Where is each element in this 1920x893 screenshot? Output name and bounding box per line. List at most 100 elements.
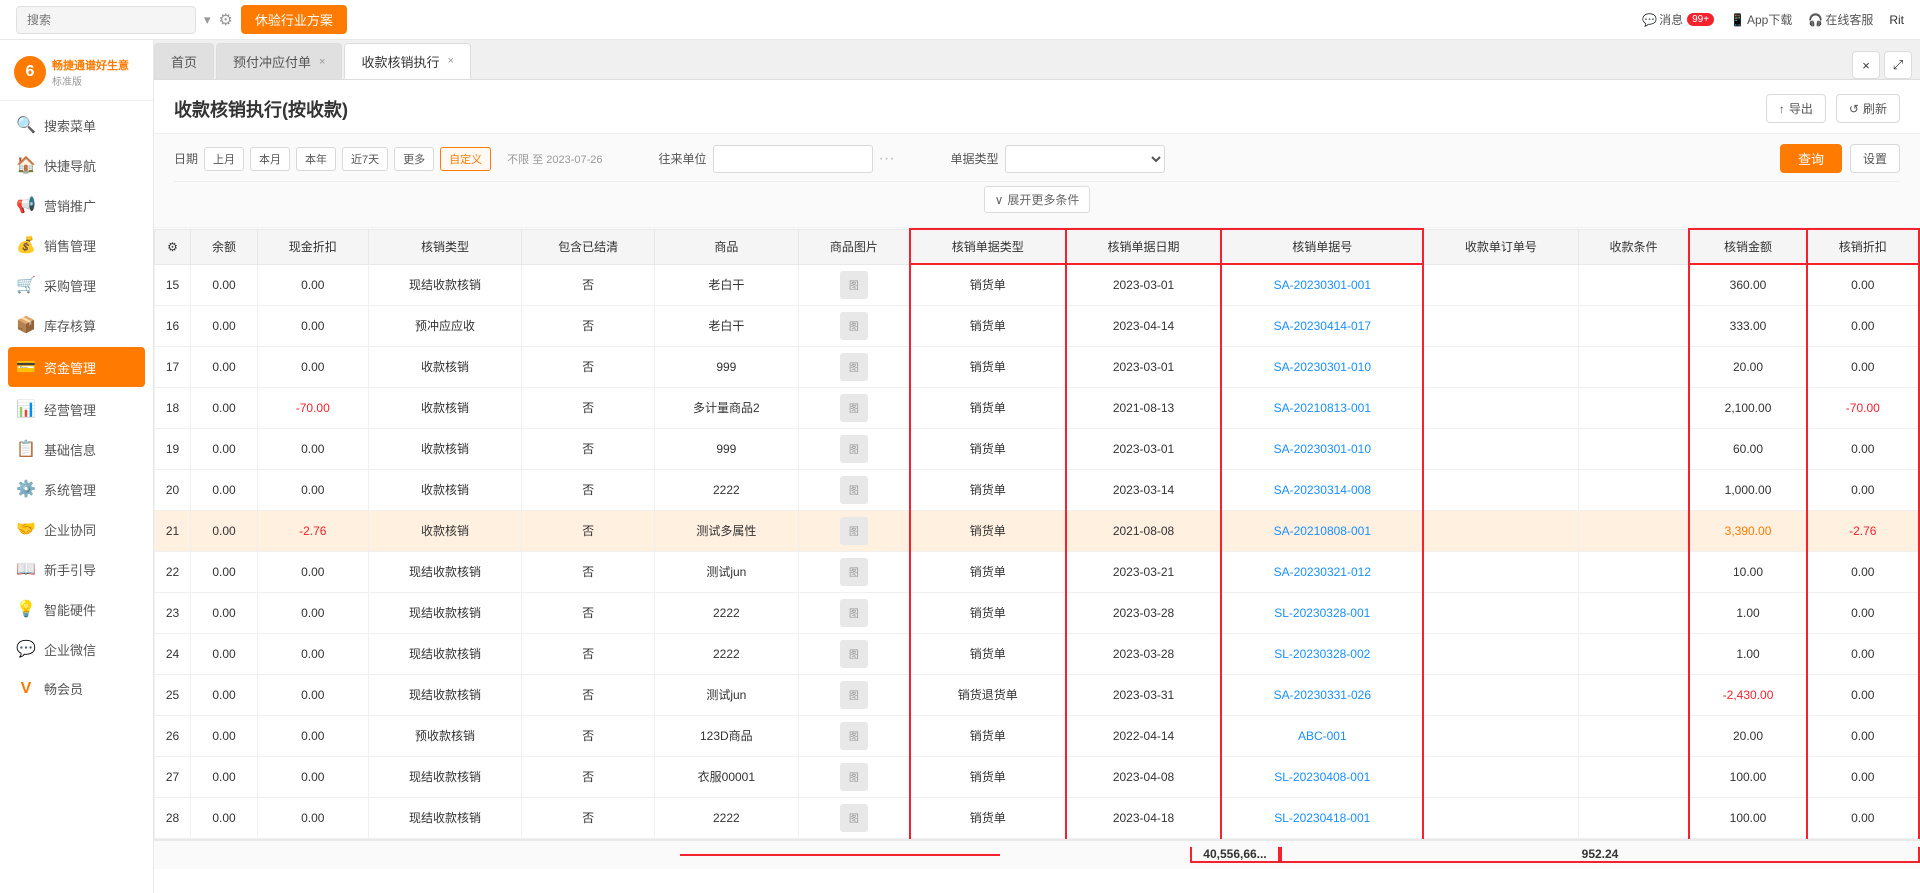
notification-badge: 99+ bbox=[1687, 13, 1714, 26]
date-btn-custom[interactable]: 自定义 bbox=[440, 147, 491, 171]
cell-writeoff-bill-type: 销货退货单 bbox=[910, 674, 1066, 715]
date-btn-7days[interactable]: 近7天 bbox=[342, 147, 388, 171]
writeoff-no-link[interactable]: SA-20230301-001 bbox=[1274, 278, 1371, 292]
sidebar-item-marketing[interactable]: 📢 营销推广 bbox=[0, 185, 153, 225]
table-row: 17 0.00 0.00 收款核销 否 999 图 销货单 2023-03-01… bbox=[155, 346, 1920, 387]
user-name[interactable]: Rit bbox=[1889, 13, 1904, 27]
sidebar-item-purchase[interactable]: 🛒 采购管理 bbox=[0, 265, 153, 305]
cell-product: 999 bbox=[654, 428, 798, 469]
sidebar-item-basic[interactable]: 📋 基础信息 bbox=[0, 429, 153, 469]
app-download-link[interactable]: 📱 App下载 bbox=[1730, 11, 1792, 28]
cell-include-closed: 否 bbox=[522, 428, 654, 469]
writeoff-no-link[interactable]: SA-20230321-012 bbox=[1274, 565, 1371, 579]
cell-write-off-type: 现结收款核销 bbox=[368, 674, 522, 715]
writeoff-no-link[interactable]: SL-20230328-001 bbox=[1274, 606, 1370, 620]
solution-button[interactable]: 休验行业方案 bbox=[241, 5, 347, 34]
sidebar-item-quicknav[interactable]: 🏠 快捷导航 bbox=[0, 145, 153, 185]
cell-product-img: 图 bbox=[798, 592, 909, 633]
sidebar-item-member[interactable]: V 畅会员 bbox=[0, 669, 153, 708]
date-btn-more[interactable]: 更多 bbox=[394, 147, 434, 171]
sidebar-item-search[interactable]: 🔍 搜索菜单 bbox=[0, 105, 153, 145]
cell-id: 23 bbox=[155, 592, 191, 633]
writeoff-no-link[interactable]: SL-20230418-001 bbox=[1274, 811, 1370, 825]
export-button[interactable]: ↑ 导出 bbox=[1766, 94, 1826, 123]
cell-writeoff-discount: 0.00 bbox=[1807, 715, 1919, 756]
cell-cash-discount: -2.76 bbox=[258, 510, 368, 551]
col-settings[interactable]: ⚙ bbox=[155, 229, 191, 264]
notification-area[interactable]: 💬 消息 99+ bbox=[1642, 11, 1714, 28]
sidebar-item-wechat[interactable]: 💬 企业微信 bbox=[0, 629, 153, 669]
tab-home[interactable]: 首页 bbox=[154, 43, 214, 79]
col-balance: 余额 bbox=[191, 229, 258, 264]
writeoff-no-link[interactable]: SL-20230408-001 bbox=[1274, 770, 1370, 784]
cell-balance: 0.00 bbox=[191, 633, 258, 674]
cell-cash-discount: 0.00 bbox=[258, 305, 368, 346]
counterparty-input[interactable] bbox=[713, 145, 873, 173]
search-input[interactable] bbox=[16, 6, 196, 34]
sidebar-item-finance[interactable]: 💳 资金管理 bbox=[8, 347, 145, 387]
refresh-button[interactable]: ↺ 刷新 bbox=[1836, 94, 1900, 123]
cell-writeoff-bill-type: 销货单 bbox=[910, 305, 1066, 346]
cell-collect-condition bbox=[1578, 715, 1689, 756]
settings-icon[interactable]: ⚙ bbox=[219, 10, 233, 30]
sidebar-item-sales[interactable]: 💰 销售管理 bbox=[0, 225, 153, 265]
col-writeoff-no: 核销单据号 bbox=[1221, 229, 1423, 264]
counterparty-label: 往来单位 bbox=[659, 150, 707, 167]
settings-button[interactable]: 设置 bbox=[1850, 144, 1900, 173]
expand-conditions-button[interactable]: ∨ 展开更多条件 bbox=[984, 186, 1091, 213]
sidebar-item-business[interactable]: 📊 经营管理 bbox=[0, 389, 153, 429]
sidebar-item-newguide[interactable]: 📖 新手引导 bbox=[0, 549, 153, 589]
writeoff-no-link[interactable]: SA-20230301-010 bbox=[1274, 442, 1371, 456]
cell-include-closed: 否 bbox=[522, 346, 654, 387]
writeoff-no-link[interactable]: SA-20210813-001 bbox=[1274, 401, 1371, 415]
cell-include-closed: 否 bbox=[522, 510, 654, 551]
column-settings-icon[interactable]: ⚙ bbox=[167, 240, 178, 254]
sidebar-item-inventory[interactable]: 📦 库存核算 bbox=[0, 305, 153, 345]
writeoff-no-link[interactable]: SA-20230301-010 bbox=[1274, 360, 1371, 374]
filter-actions: 查询 设置 bbox=[1780, 144, 1900, 173]
cell-writeoff-amount: 333.00 bbox=[1689, 305, 1806, 346]
tab-prepay[interactable]: 预付冲应付单 × bbox=[216, 43, 342, 79]
cell-collect-order-no bbox=[1423, 592, 1578, 633]
writeoff-no-link[interactable]: SA-20230331-026 bbox=[1274, 688, 1371, 702]
tab-maximize-button[interactable]: ⤢ bbox=[1884, 51, 1912, 79]
cell-collect-order-no bbox=[1423, 305, 1578, 346]
dropdown-icon[interactable]: ▾ bbox=[204, 12, 211, 28]
cell-collect-condition bbox=[1578, 346, 1689, 387]
tab-prepay-close[interactable]: × bbox=[319, 56, 325, 68]
home-icon: 🏠 bbox=[16, 155, 36, 175]
cell-id: 16 bbox=[155, 305, 191, 346]
cell-write-off-type: 收款核销 bbox=[368, 510, 522, 551]
cell-write-off-type: 预收款核销 bbox=[368, 715, 522, 756]
cell-collect-order-no bbox=[1423, 551, 1578, 592]
writeoff-no-link[interactable]: SA-20230314-008 bbox=[1274, 483, 1371, 497]
page-content: 收款核销执行(按收款) ↑ 导出 ↺ 刷新 日期 bbox=[154, 80, 1920, 893]
date-btn-last-month[interactable]: 上月 bbox=[204, 147, 244, 171]
cell-writeoff-no: SL-20230328-001 bbox=[1221, 592, 1423, 633]
query-button[interactable]: 查询 bbox=[1780, 144, 1842, 173]
writeoff-no-link[interactable]: SA-20210808-001 bbox=[1274, 524, 1371, 538]
sidebar-item-system[interactable]: ⚙️ 系统管理 bbox=[0, 469, 153, 509]
cell-product-img: 图 bbox=[798, 264, 909, 305]
date-btn-this-month[interactable]: 本月 bbox=[250, 147, 290, 171]
writeoff-no-link[interactable]: SA-20230414-017 bbox=[1274, 319, 1371, 333]
cell-product: 老白干 bbox=[654, 264, 798, 305]
cell-collect-order-no bbox=[1423, 715, 1578, 756]
writeoff-no-link[interactable]: SL-20230328-002 bbox=[1274, 647, 1370, 661]
online-service-link[interactable]: 🎧 在线客服 bbox=[1808, 11, 1873, 28]
sidebar-item-hardware[interactable]: 💡 智能硬件 bbox=[0, 589, 153, 629]
guide-icon: 📖 bbox=[16, 559, 36, 579]
cell-collect-condition bbox=[1578, 592, 1689, 633]
table-container[interactable]: ⚙ 余额 现金折扣 核销类型 包含已结清 商品 商品图片 核销单据类型 核销单据… bbox=[154, 228, 1920, 893]
tab-close-all-button[interactable]: × bbox=[1852, 51, 1880, 79]
writeoff-no-link[interactable]: ABC-001 bbox=[1298, 729, 1347, 743]
cell-writeoff-date: 2023-03-21 bbox=[1066, 551, 1222, 592]
tab-collect-close[interactable]: × bbox=[447, 55, 453, 67]
cell-id: 22 bbox=[155, 551, 191, 592]
cell-cash-discount: 0.00 bbox=[258, 264, 368, 305]
date-btn-this-year[interactable]: 本年 bbox=[296, 147, 336, 171]
tab-collect[interactable]: 收款核销执行 × bbox=[344, 43, 470, 79]
cell-product: 测试多属性 bbox=[654, 510, 798, 551]
sidebar-item-collab[interactable]: 🤝 企业协同 bbox=[0, 509, 153, 549]
bill-type-select[interactable] bbox=[1005, 145, 1165, 173]
